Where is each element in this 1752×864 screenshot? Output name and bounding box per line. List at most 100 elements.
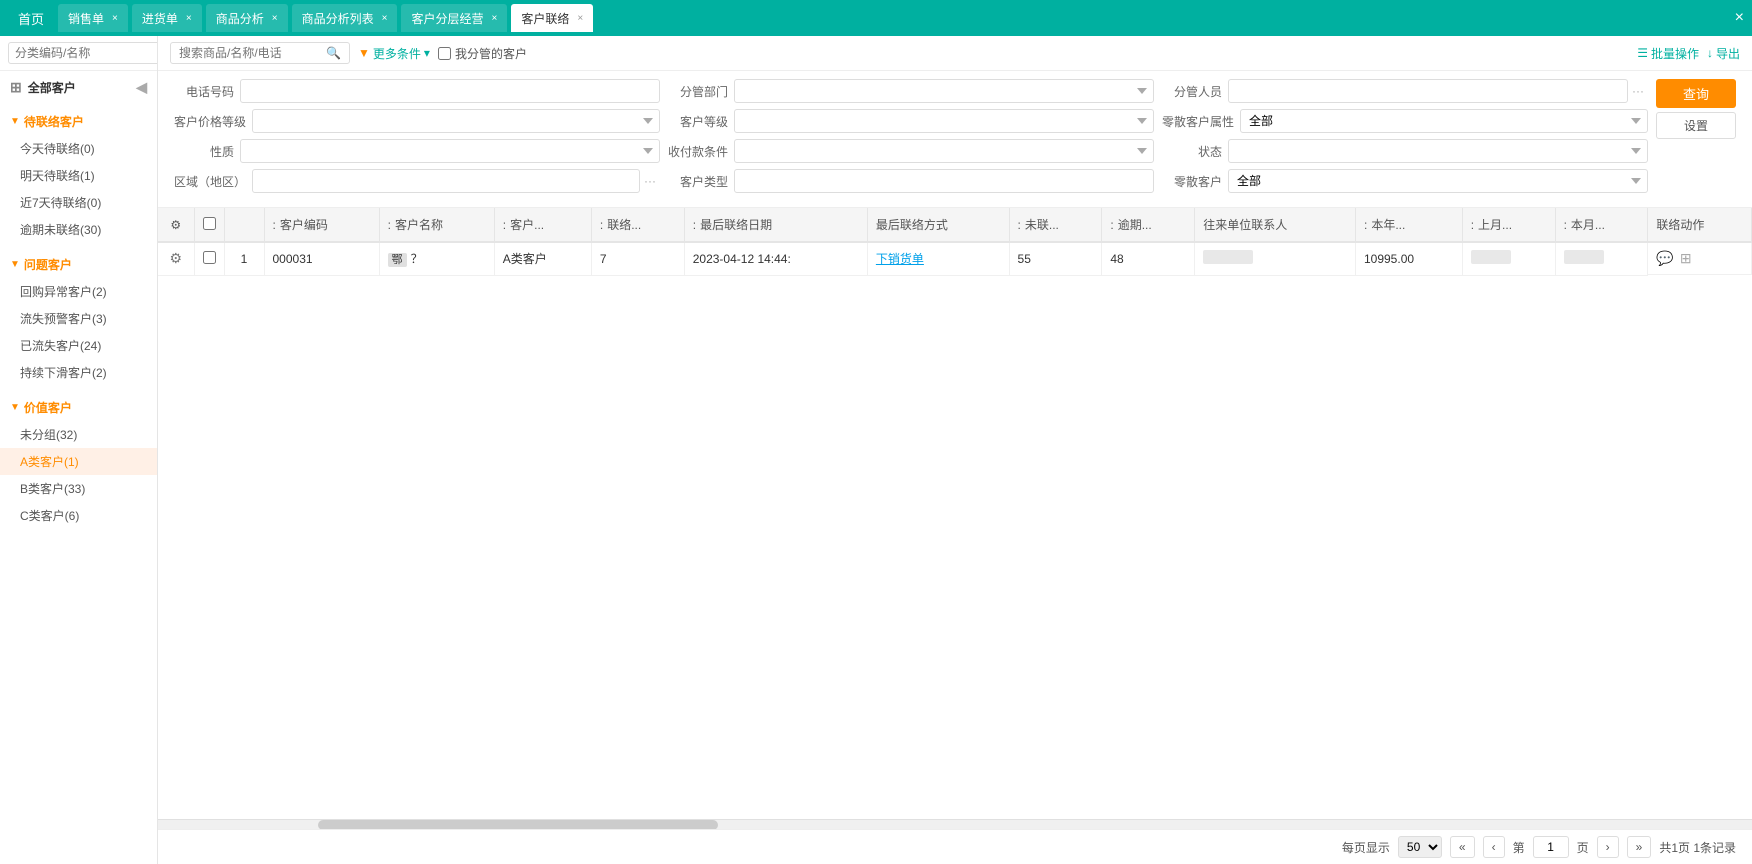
setting-button[interactable]: 设置 [1656, 112, 1736, 139]
row-last-method-0[interactable]: 下销货单 [867, 242, 1009, 275]
select-all-checkbox[interactable] [203, 217, 216, 230]
section-label-0: 待联络客户 [24, 113, 84, 130]
region-input[interactable] [252, 169, 640, 193]
nav-tab-close-3[interactable]: × [382, 13, 388, 24]
filter-my-customer[interactable]: 我分管的客户 [438, 45, 527, 62]
home-tab[interactable]: 首页 [8, 9, 54, 28]
row-gear-0[interactable]: ⚙ [158, 242, 194, 275]
filter-cust-type: 客户类型 [668, 169, 1154, 193]
sidebar-section-title-0[interactable]: ▼待联络客户 [0, 108, 157, 135]
sidebar-item-2-1[interactable]: A类客户(1) [0, 448, 157, 475]
retail-cust-select[interactable]: 全部 [1228, 169, 1648, 193]
cust-type-input[interactable] [734, 169, 1154, 193]
nav-tab-4[interactable]: 客户分层经营 × [401, 4, 507, 32]
page-input[interactable] [1533, 836, 1569, 858]
sidebar-item-0-0[interactable]: 今天待联络(0) [0, 135, 157, 162]
sidebar-item-2-0[interactable]: 未分组(32) [0, 421, 157, 448]
nav-tab-close-0[interactable]: × [112, 13, 118, 24]
filter-search-icon[interactable]: 🔍 [326, 46, 341, 60]
row-code-0[interactable]: 000031 [264, 242, 379, 275]
region-input-wrap: ··· [252, 169, 660, 193]
nav-tab-close-1[interactable]: × [186, 13, 192, 24]
col-uncontacted-header[interactable]: :未联... [1009, 208, 1102, 242]
row-checkbox-0[interactable] [194, 242, 224, 275]
gear-icon-0[interactable]: ⚙ [169, 250, 182, 266]
dept-select[interactable] [734, 79, 1154, 103]
col-code-header[interactable]: :客户编码 [264, 208, 379, 242]
row-index-0: 1 [224, 242, 264, 275]
collapse-icon[interactable]: ◀ [136, 79, 147, 96]
region-dots[interactable]: ··· [640, 174, 660, 188]
filter-actions: ☰ 批量操作 ↓ 导出 [1637, 45, 1740, 62]
close-all-button[interactable]: × [1735, 9, 1744, 27]
nav-tab-1[interactable]: 进货单× [132, 4, 202, 32]
nav-tab-3[interactable]: 商品分析列表× [292, 4, 398, 32]
horizontal-scrollbar[interactable] [158, 819, 1752, 829]
last-method-link-0[interactable]: 下销货单 [876, 252, 924, 266]
col-checkbox-header[interactable] [194, 208, 224, 242]
sidebar-item-1-3[interactable]: 持续下滑客户(2) [0, 359, 157, 386]
nav-tab-close-4[interactable]: × [491, 13, 497, 24]
sidebar-section-title-1[interactable]: ▼问题客户 [0, 251, 157, 278]
nature-select[interactable] [240, 139, 660, 163]
col-contact-person-header[interactable]: 往来单位联系人 [1195, 208, 1356, 242]
query-button[interactable]: 查询 [1656, 79, 1736, 108]
col-last-method-header[interactable]: 最后联络方式 [867, 208, 1009, 242]
col-last-month-header[interactable]: :上月... [1462, 208, 1555, 242]
col-last-date-header[interactable]: :最后联络日期 [684, 208, 867, 242]
filter-search-input[interactable] [179, 46, 322, 60]
top-nav: 首页 销售单×进货单×商品分析×商品分析列表×客户分层经营×客户联络× × [0, 0, 1752, 36]
sidebar-item-1-1[interactable]: 流失预警客户(3) [0, 305, 157, 332]
filter-region: 区域（地区） ··· [174, 169, 660, 193]
sidebar-item-0-1[interactable]: 明天待联络(1) [0, 162, 157, 189]
row-name-0[interactable]: 鄂？ [379, 242, 494, 275]
price-level-select[interactable] [252, 109, 660, 133]
col-contact-count-header[interactable]: :联络... [591, 208, 684, 242]
sidebar-item-1-2[interactable]: 已流失客户(24) [0, 332, 157, 359]
nature-label: 性质 [174, 143, 234, 160]
sidebar-item-1-0[interactable]: 回购异常客户(2) [0, 278, 157, 305]
col-gear-header[interactable]: ⚙ [158, 208, 194, 242]
my-customer-checkbox[interactable] [438, 47, 451, 60]
retail-attr-select[interactable]: 全部 [1240, 109, 1648, 133]
action-chat-icon-0[interactable]: 💬 [1656, 250, 1673, 267]
person-dots[interactable]: ··· [1628, 84, 1648, 98]
last-page-btn[interactable]: » [1627, 836, 1652, 858]
sidebar-item-0-2[interactable]: 近7天待联络(0) [0, 189, 157, 216]
col-name-header[interactable]: :客户名称 [379, 208, 494, 242]
nav-tab-5[interactable]: 客户联络× [511, 4, 593, 32]
col-year-amount-header[interactable]: :本年... [1355, 208, 1462, 242]
filter-dept: 分管部门 [668, 79, 1154, 103]
export-btn[interactable]: ↓ 导出 [1707, 45, 1740, 62]
per-page-select[interactable]: 50 [1398, 836, 1442, 858]
sidebar-item-2-3[interactable]: C类客户(6) [0, 502, 157, 529]
col-level-header[interactable]: :客户... [494, 208, 591, 242]
col-overdue-header[interactable]: :逾期... [1102, 208, 1195, 242]
first-page-btn[interactable]: « [1450, 836, 1475, 858]
nav-tab-2[interactable]: 商品分析× [206, 4, 288, 32]
person-input[interactable] [1228, 79, 1628, 103]
nav-tab-close-5[interactable]: × [577, 13, 583, 24]
batch-op-icon: ☰ [1637, 46, 1648, 60]
sidebar-item-0-3[interactable]: 逾期未联络(30) [0, 216, 157, 243]
prev-page-btn[interactable]: ‹ [1483, 836, 1505, 858]
sidebar-section-title-2[interactable]: ▼价值客户 [0, 394, 157, 421]
batch-op-btn[interactable]: ☰ 批量操作 [1637, 45, 1699, 62]
next-page-btn[interactable]: › [1597, 836, 1619, 858]
nav-tab-0[interactable]: 销售单× [58, 4, 128, 32]
payment-select[interactable] [734, 139, 1154, 163]
adv-filter: 电话号码 分管部门 分管人员 ··· [158, 71, 1752, 208]
phone-input[interactable] [240, 79, 660, 103]
cust-level-select[interactable] [734, 109, 1154, 133]
action-qr-icon-0[interactable]: ⊞ [1680, 250, 1692, 267]
nav-tab-close-2[interactable]: × [272, 13, 278, 24]
filter-person: 分管人员 ··· [1162, 79, 1648, 103]
row-check-0[interactable] [203, 251, 216, 264]
sidebar-search-input[interactable] [8, 42, 158, 64]
sidebar-item-2-2[interactable]: B类客户(33) [0, 475, 157, 502]
sidebar-all-customers[interactable]: ⊞ 全部客户 ◀ [0, 71, 157, 104]
nav-tab-label-4: 客户分层经营 [411, 10, 483, 27]
col-this-month-header[interactable]: :本月... [1555, 208, 1648, 242]
status-select[interactable] [1228, 139, 1648, 163]
filter-more-btn[interactable]: ▼ 更多条件 ▾ [358, 45, 430, 62]
